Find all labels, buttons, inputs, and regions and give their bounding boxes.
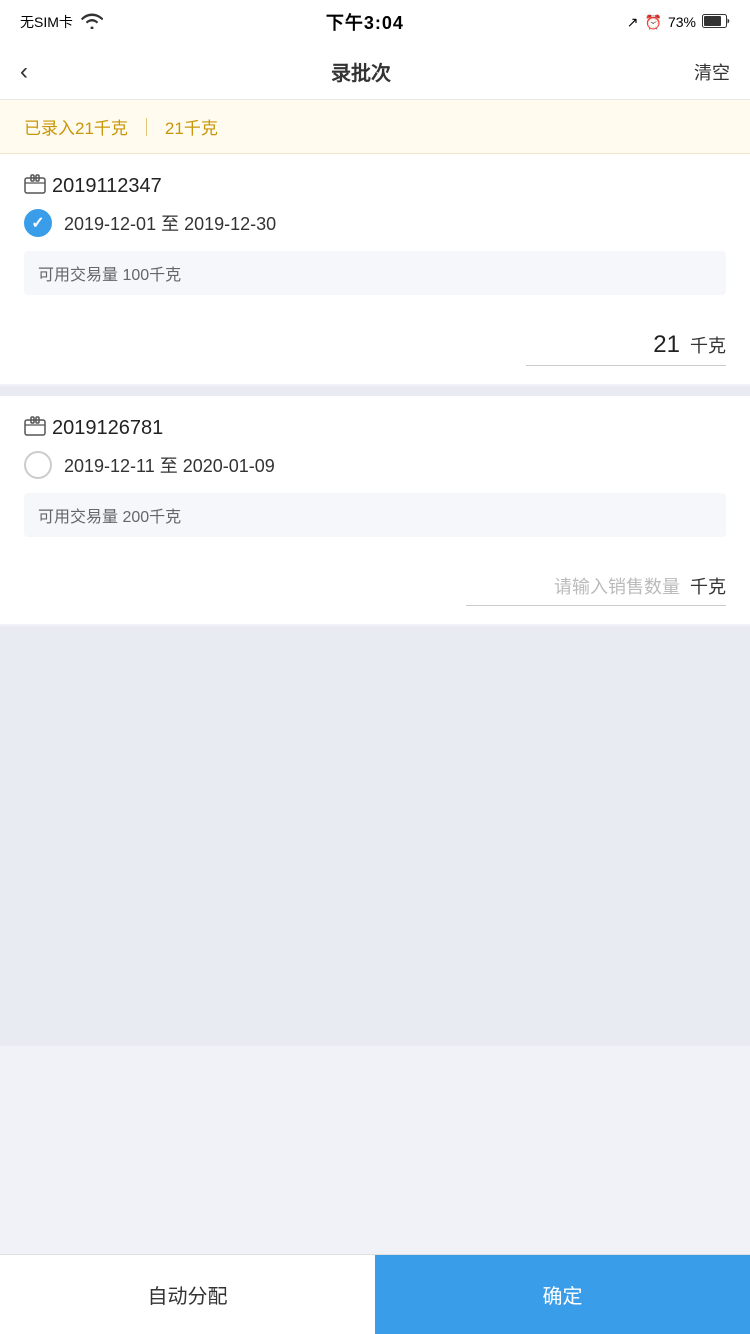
- clear-button[interactable]: 清空: [694, 59, 730, 85]
- status-left: 无SIM卡: [20, 12, 103, 32]
- status-bar: 无SIM卡 下午3:04 ↗ ⏰ 73%: [0, 0, 750, 44]
- page-title: 录批次: [331, 57, 391, 86]
- batch-date-1: 2019-12-01 至 2019-12-30: [64, 210, 276, 236]
- recorded-label: 已录入21千克: [24, 114, 128, 139]
- empty-area: [0, 626, 750, 1046]
- batch-date-2: 2019-12-11 至 2020-01-09: [64, 452, 275, 478]
- status-time: 下午3:04: [326, 9, 404, 35]
- entered-value-1: 21: [653, 331, 680, 359]
- info-amount: 21千克: [165, 114, 218, 139]
- alarm-icon: ⏰: [645, 14, 662, 31]
- batch-icon-1: [24, 174, 46, 199]
- radio-1[interactable]: ✓: [24, 209, 52, 237]
- battery-text: 73%: [668, 14, 696, 30]
- auto-distribute-button[interactable]: 自动分配: [0, 1255, 375, 1334]
- unit-label-1: 千克: [690, 332, 726, 358]
- batch-card-2: 2019126781 2019-12-11 至 2020-01-09 可用交易量…: [0, 396, 750, 624]
- location-icon: ↗: [627, 14, 639, 31]
- batch-card-1: 2019112347 ✓ 2019-12-01 至 2019-12-30 可用交…: [0, 154, 750, 384]
- wifi-icon: [81, 13, 103, 32]
- info-divider: [146, 118, 147, 136]
- batch-date-row-2[interactable]: 2019-12-11 至 2020-01-09: [24, 451, 726, 479]
- status-right: ↗ ⏰ 73%: [627, 14, 730, 31]
- batch-icon-2: [24, 416, 46, 441]
- batch-id-2: 2019126781: [52, 417, 163, 440]
- no-sim-text: 无SIM卡: [20, 12, 73, 32]
- info-banner: 已录入21千克 21千克: [0, 100, 750, 154]
- batch-date-row-1[interactable]: ✓ 2019-12-01 至 2019-12-30: [24, 209, 726, 237]
- confirm-button[interactable]: 确定: [375, 1255, 750, 1334]
- bottom-spacer: [0, 1046, 750, 1126]
- section-divider: [0, 386, 750, 396]
- batch-id-row-2: 2019126781: [24, 416, 726, 441]
- back-button[interactable]: ‹: [20, 58, 28, 86]
- bottom-bar: 自动分配 确定: [0, 1254, 750, 1334]
- unit-label-2: 千克: [690, 573, 726, 599]
- radio-2[interactable]: [24, 451, 52, 479]
- sales-input-placeholder: 请输入销售数量: [554, 573, 680, 599]
- check-icon-1: ✓: [31, 213, 44, 233]
- nav-bar: ‹ 录批次 清空: [0, 44, 750, 100]
- batch-id-row-1: 2019112347: [24, 174, 726, 199]
- batch-id-1: 2019112347: [52, 175, 162, 198]
- batch-avail-2: 可用交易量 200千克: [24, 493, 726, 537]
- batch-avail-1: 可用交易量 100千克: [24, 251, 726, 295]
- battery-icon: [702, 14, 730, 31]
